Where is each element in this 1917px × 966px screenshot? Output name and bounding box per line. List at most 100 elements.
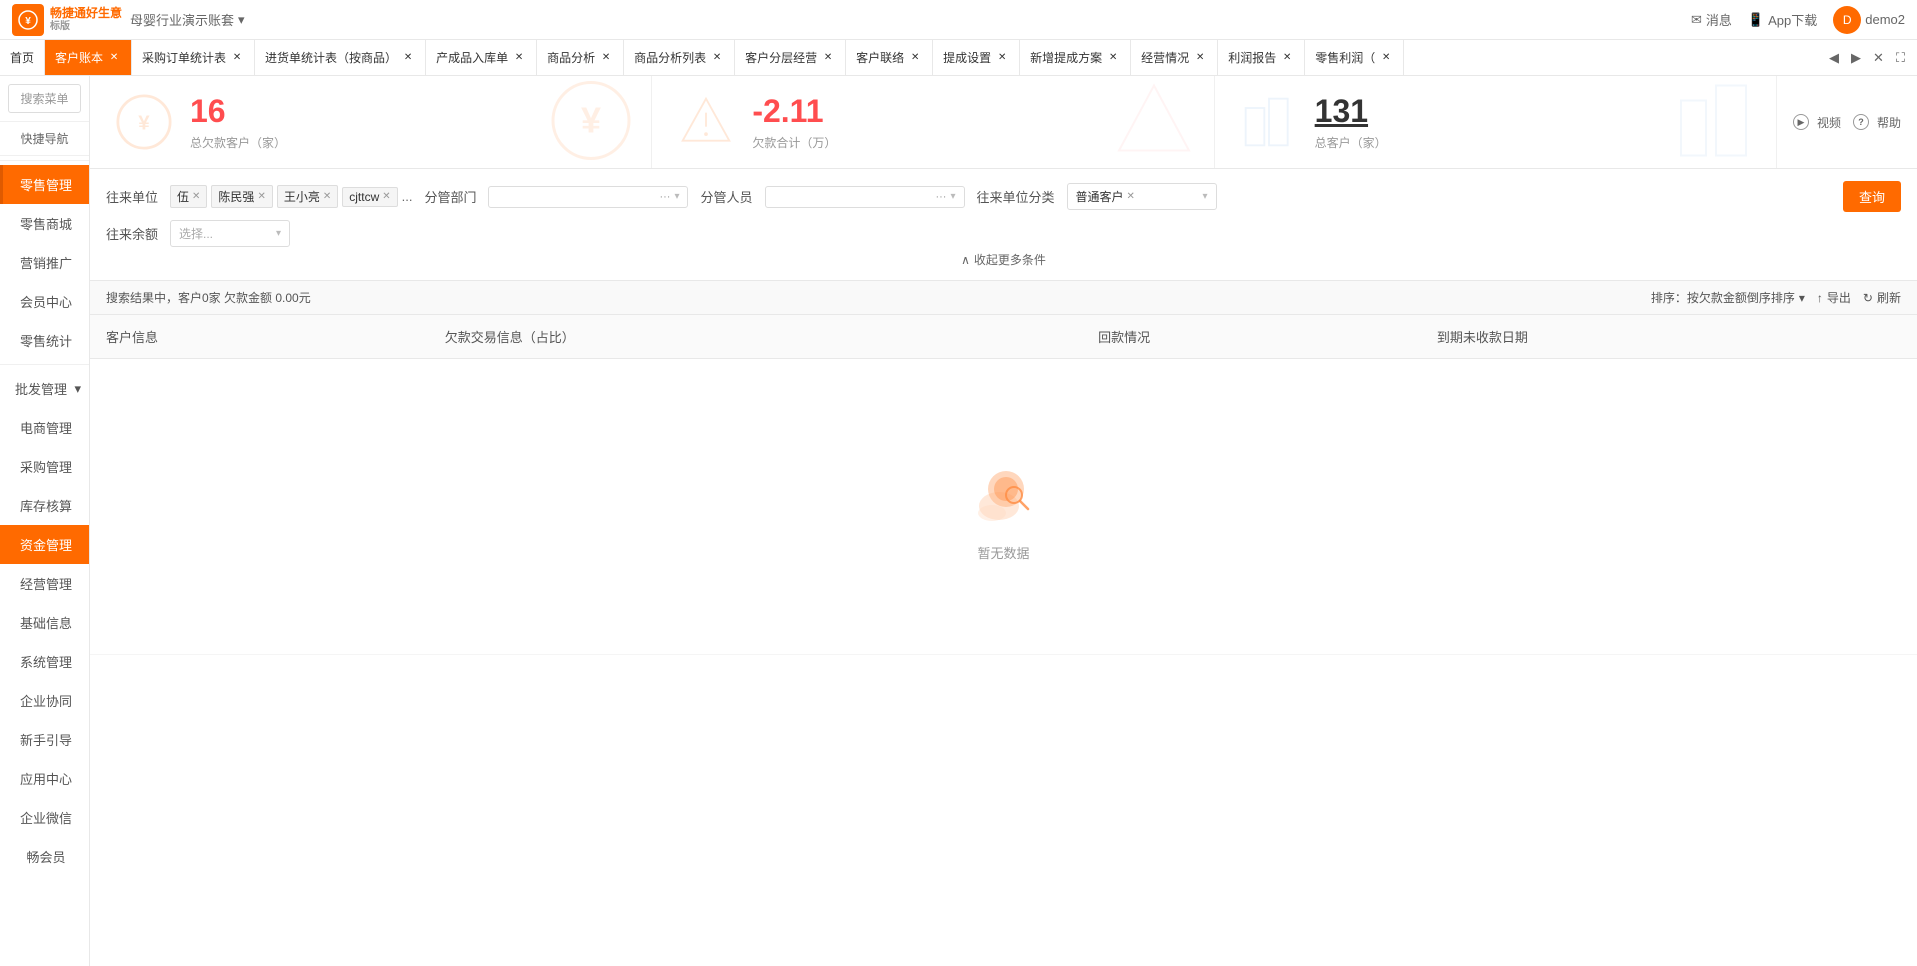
tab-production[interactable]: 产成品入库单 ✕ <box>426 40 537 75</box>
tab-goods-analysis-close[interactable]: ✕ <box>599 51 613 65</box>
tab-raise-settings-close[interactable]: ✕ <box>995 51 1009 65</box>
result-bar: 搜索结果中，客户0家 欠款金额 0.00元 排序：按欠款金额倒序排序 ▾ ↑ 导… <box>90 281 1917 315</box>
tab-instock[interactable]: 进货单统计表（按商品） ✕ <box>255 40 426 75</box>
tab-customers[interactable]: 客户账本 ✕ <box>45 40 132 75</box>
sidebar-item-finance[interactable]: 资金管理 <box>0 525 89 564</box>
unit-type-label: 往来单位分类 <box>977 187 1055 206</box>
filter-tag-wu-remove[interactable]: ✕ <box>192 191 200 202</box>
help-btn[interactable]: ? 帮助 <box>1853 114 1901 131</box>
stat-card-arrears-customers: ¥ 16 总欠款客户（家） ¥ <box>90 76 652 168</box>
tab-customer-tier[interactable]: 客户分层经营 ✕ <box>735 40 846 75</box>
logo-area: ¥ 畅捷通好生意 标版 <box>12 4 122 36</box>
sidebar-item-app-center[interactable]: 应用中心 <box>0 759 89 798</box>
sidebar-item-system[interactable]: 系统管理 <box>0 642 89 681</box>
tab-customer-contact-close[interactable]: ✕ <box>908 51 922 65</box>
tab-raise-settings-label: 提成设置 <box>943 49 991 66</box>
collapse-btn[interactable]: ∧ 收起更多条件 <box>106 251 1901 268</box>
sort-select[interactable]: 排序：按欠款金额倒序排序 ▾ <box>1651 289 1805 306</box>
sidebar-item-member[interactable]: 会员中心 <box>0 282 89 321</box>
tab-operations[interactable]: 经营情况 ✕ <box>1131 40 1218 75</box>
user-area[interactable]: D demo2 <box>1833 6 1905 34</box>
filter-tag-wang-remove[interactable]: ✕ <box>323 191 331 202</box>
sidebar-item-batch-mgmt[interactable]: 批发管理 ▾ <box>0 369 89 408</box>
tab-instock-close[interactable]: ✕ <box>401 51 415 65</box>
filter-tag-cj-remove[interactable]: ✕ <box>382 191 390 202</box>
sidebar-item-enterprise-coop[interactable]: 企业协同 <box>0 681 89 720</box>
balance-select[interactable]: 选择... ▾ <box>170 220 290 247</box>
stat-value-arrears-customers: 16 <box>190 93 286 130</box>
dept-select[interactable]: ··· ▾ <box>488 186 688 208</box>
tab-production-close[interactable]: ✕ <box>512 51 526 65</box>
tab-goods-analysis-label: 商品分析 <box>547 49 595 66</box>
tab-operations-close[interactable]: ✕ <box>1193 51 1207 65</box>
tabs-next-arrow[interactable]: ▶ <box>1847 46 1865 70</box>
refresh-btn[interactable]: ↻ 刷新 <box>1863 289 1901 306</box>
sidebar-item-basic-info[interactable]: 基础信息 <box>0 603 89 642</box>
sidebar-item-retail-mall[interactable]: 零售商城 <box>0 204 89 243</box>
tab-profit-close[interactable]: ✕ <box>1280 51 1294 65</box>
sidebar-item-vip[interactable]: 畅会员 <box>0 837 89 876</box>
sidebar-item-inventory[interactable]: 库存核算 <box>0 486 89 525</box>
filter-more-tags[interactable]: ... <box>402 189 413 204</box>
tab-retail-profit[interactable]: 零售利润（ ✕ <box>1305 40 1404 75</box>
sidebar-item-retail-mgmt[interactable]: 零售管理 <box>0 165 89 204</box>
tab-profit-report[interactable]: 利润报告 ✕ <box>1218 40 1305 75</box>
tab-raise-settings[interactable]: 提成设置 ✕ <box>933 40 1020 75</box>
person-more-icon: ··· <box>935 191 946 203</box>
top-bar-left: ¥ 畅捷通好生意 标版 母婴行业演示账套 ▾ <box>12 4 245 36</box>
sidebar-item-retail-stats[interactable]: 零售统计 <box>0 321 89 360</box>
sidebar-item-system-label: 系统管理 <box>20 655 72 670</box>
tab-retail-profit-close[interactable]: ✕ <box>1379 51 1393 65</box>
filter-row-2: 往来余额 选择... ▾ <box>106 220 1901 247</box>
search-menu-btn[interactable]: 搜索菜单 <box>8 84 81 113</box>
tabs-prev-arrow[interactable]: ◀ <box>1825 46 1843 70</box>
tab-goods-analysis[interactable]: 商品分析 ✕ <box>537 40 624 75</box>
msg-icon: ✉ <box>1691 12 1702 28</box>
query-btn[interactable]: 查询 <box>1843 181 1901 212</box>
person-select[interactable]: ··· ▾ <box>765 186 965 208</box>
stat-label-total-customers: 总客户（家） <box>1315 134 1387 151</box>
sidebar-item-marketing[interactable]: 营销推广 <box>0 243 89 282</box>
video-help-btn[interactable]: ▶ 视频 <box>1793 114 1841 131</box>
unit-tags: 伍 ✕ 陈民强 ✕ 王小亮 ✕ cjttcw ✕ ... <box>170 185 412 208</box>
balance-placeholder: 选择... <box>179 225 213 242</box>
svg-text:¥: ¥ <box>25 16 31 27</box>
unit-type-remove[interactable]: ✕ <box>1127 191 1135 202</box>
tabs-fullscreen[interactable]: ⛶ <box>1892 46 1909 70</box>
tab-purchase-orders[interactable]: 采购订单统计表 ✕ <box>132 40 255 75</box>
tab-customers-close[interactable]: ✕ <box>107 51 121 65</box>
tab-retail-profit-label: 零售利润（ <box>1315 49 1375 66</box>
empty-icon <box>964 451 1044 531</box>
tab-purchase-close[interactable]: ✕ <box>230 51 244 65</box>
unit-type-select[interactable]: 普通客户 ✕ ▾ <box>1067 183 1217 210</box>
tab-goods-list[interactable]: 商品分析列表 ✕ <box>624 40 735 75</box>
tab-customer-tier-close[interactable]: ✕ <box>821 51 835 65</box>
tab-goods-list-close[interactable]: ✕ <box>710 51 724 65</box>
tabs-close-all[interactable]: ✕ <box>1869 46 1888 70</box>
filter-tag-wang: 王小亮 ✕ <box>277 185 338 208</box>
msg-btn[interactable]: ✉ 消息 <box>1691 10 1732 29</box>
tab-new-raise-close[interactable]: ✕ <box>1106 51 1120 65</box>
stat-icon-3 <box>1239 92 1299 152</box>
tab-profit-report-label: 利润报告 <box>1228 49 1276 66</box>
stat-content-3: 131 总客户（家） <box>1315 93 1387 151</box>
app-btn[interactable]: 📱 App下载 <box>1748 10 1817 29</box>
export-btn[interactable]: ↑ 导出 <box>1817 289 1851 306</box>
sidebar-item-ecommerce[interactable]: 电商管理 <box>0 408 89 447</box>
sidebar-item-new-guide[interactable]: 新手引导 <box>0 720 89 759</box>
sidebar: 搜索菜单 快捷导航 零售管理 零售商城 营销推广 会员中心 零售统计 批发管理 … <box>0 76 90 966</box>
quick-nav-btn[interactable]: 快捷导航 <box>0 122 89 156</box>
tab-new-raise[interactable]: 新增提成方案 ✕ <box>1020 40 1131 75</box>
tab-home-label: 首页 <box>10 49 34 66</box>
sidebar-item-purchase[interactable]: 采购管理 <box>0 447 89 486</box>
company-dropdown[interactable]: 母婴行业演示账套 ▾ <box>130 10 245 29</box>
tab-customer-contact[interactable]: 客户联络 ✕ <box>846 40 933 75</box>
batch-expand-icon: ▾ <box>74 381 81 397</box>
nav-tabs-nav: ◀ ▶ ✕ ⛶ <box>1817 40 1917 75</box>
tab-home[interactable]: 首页 <box>0 40 45 75</box>
filter-tag-chen-remove[interactable]: ✕ <box>257 191 265 202</box>
sidebar-item-operations-mgmt[interactable]: 经营管理 <box>0 564 89 603</box>
dept-more-icon: ··· <box>659 191 670 203</box>
sidebar-item-enterprise-wechat[interactable]: 企业微信 <box>0 798 89 837</box>
filter-row-1: 往来单位 伍 ✕ 陈民强 ✕ 王小亮 ✕ cjttcw <box>106 181 1901 212</box>
